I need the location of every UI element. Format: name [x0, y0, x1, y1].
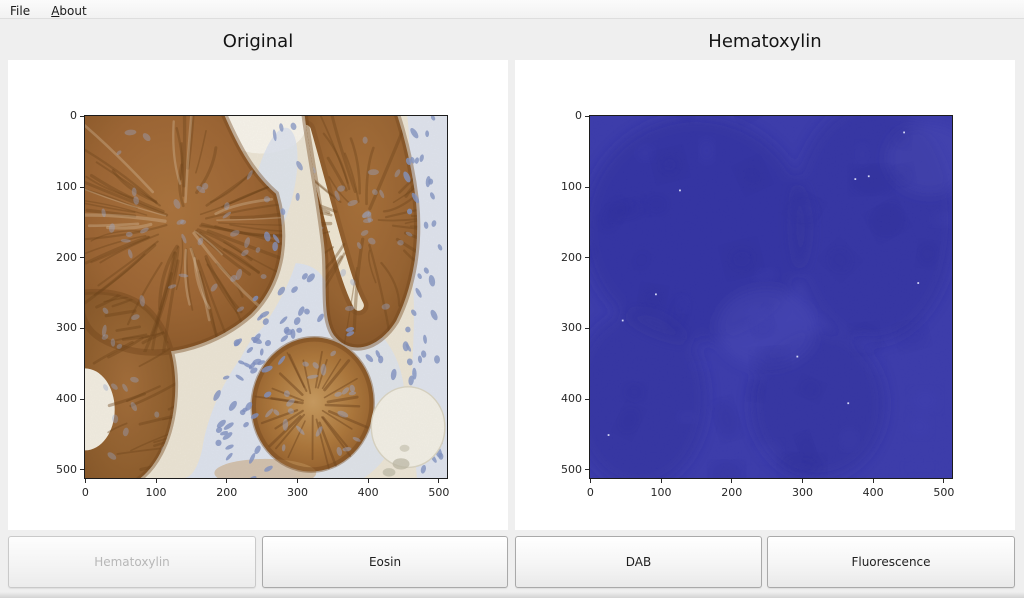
x-tick-mark — [84, 479, 86, 483]
y-tick-mark — [585, 115, 589, 117]
x-tick-mark — [943, 479, 945, 483]
x-tick-mark — [226, 479, 228, 483]
x-tick-label: 300 — [286, 486, 308, 499]
y-tick-label: 500 — [561, 463, 582, 477]
menu-about[interactable]: About — [43, 2, 95, 20]
x-tick-mark — [155, 479, 157, 483]
hematoxylin-channel-image — [590, 116, 952, 478]
x-tick-mark — [731, 479, 733, 483]
x-tick-mark — [872, 479, 874, 483]
original-figure-panel: 0 100 200 300 400 500 0 100 200 300 400 500 — [8, 60, 508, 530]
x-tick-mark — [296, 479, 298, 483]
hematoxylin-plot: 0 100 200 300 400 500 0 100 200 300 400 500 — [561, 110, 954, 499]
y-tick-label: 500 — [56, 463, 77, 477]
y-tick-label: 400 — [561, 392, 582, 406]
x-tick-label: 500 — [933, 486, 955, 499]
x-tick-mark — [589, 479, 591, 483]
window-bottom-shade — [0, 592, 1024, 598]
fluorescence-button[interactable]: Fluorescence — [767, 536, 1015, 588]
menu-file[interactable]: File — [2, 2, 38, 20]
x-tick-label: 200 — [216, 486, 238, 499]
y-tick-mark — [80, 257, 84, 259]
x-tick-label: 300 — [791, 486, 813, 499]
x-tick-mark — [438, 479, 440, 483]
x-tick-label: 100 — [650, 486, 672, 499]
x-tick-label: 0 — [586, 486, 594, 499]
original-plot: 0 100 200 300 400 500 0 100 200 300 400 500 — [56, 110, 449, 499]
y-tick-mark — [585, 186, 589, 188]
x-tick-label: 500 — [428, 486, 450, 499]
y-tick-label: 0 — [70, 109, 77, 123]
y-tick-label: 100 — [561, 180, 582, 194]
eosin-button[interactable]: Eosin — [262, 536, 508, 588]
tissue-image — [85, 116, 447, 478]
hematoxylin-button[interactable]: Hematoxylin — [8, 536, 256, 588]
x-tick-mark — [367, 479, 369, 483]
y-tick-label: 300 — [56, 321, 77, 335]
y-tick-label: 200 — [56, 250, 77, 264]
y-tick-label: 300 — [561, 321, 582, 335]
hematoxylin-panel-title: Hematoxylin — [708, 31, 822, 52]
dab-button[interactable]: DAB — [515, 536, 762, 588]
y-tick-mark — [585, 327, 589, 329]
x-tick-label: 400 — [357, 486, 379, 499]
x-tick-label: 100 — [145, 486, 167, 499]
y-tick-label: 0 — [575, 109, 582, 123]
y-tick-mark — [80, 327, 84, 329]
original-image — [85, 116, 447, 478]
y-tick-mark — [80, 398, 84, 400]
original-panel-title: Original — [222, 31, 294, 52]
hematoxylin-image — [590, 116, 952, 478]
hematoxylin-figure-panel: 0 100 200 300 400 500 0 100 200 300 400 500 — [515, 60, 1015, 530]
x-tick-label: 400 — [862, 486, 884, 499]
x-tick-label: 0 — [81, 486, 89, 499]
y-tick-label: 400 — [56, 392, 77, 406]
y-tick-mark — [585, 257, 589, 259]
x-tick-mark — [801, 479, 803, 483]
y-tick-mark — [585, 469, 589, 471]
x-tick-label: 200 — [721, 486, 743, 499]
x-tick-mark — [660, 479, 662, 483]
y-tick-label: 100 — [56, 180, 77, 194]
y-tick-mark — [80, 469, 84, 471]
menubar: File About — [0, 0, 1024, 19]
y-tick-mark — [80, 115, 84, 117]
y-tick-mark — [80, 186, 84, 188]
y-tick-label: 200 — [561, 250, 582, 264]
y-tick-mark — [585, 398, 589, 400]
